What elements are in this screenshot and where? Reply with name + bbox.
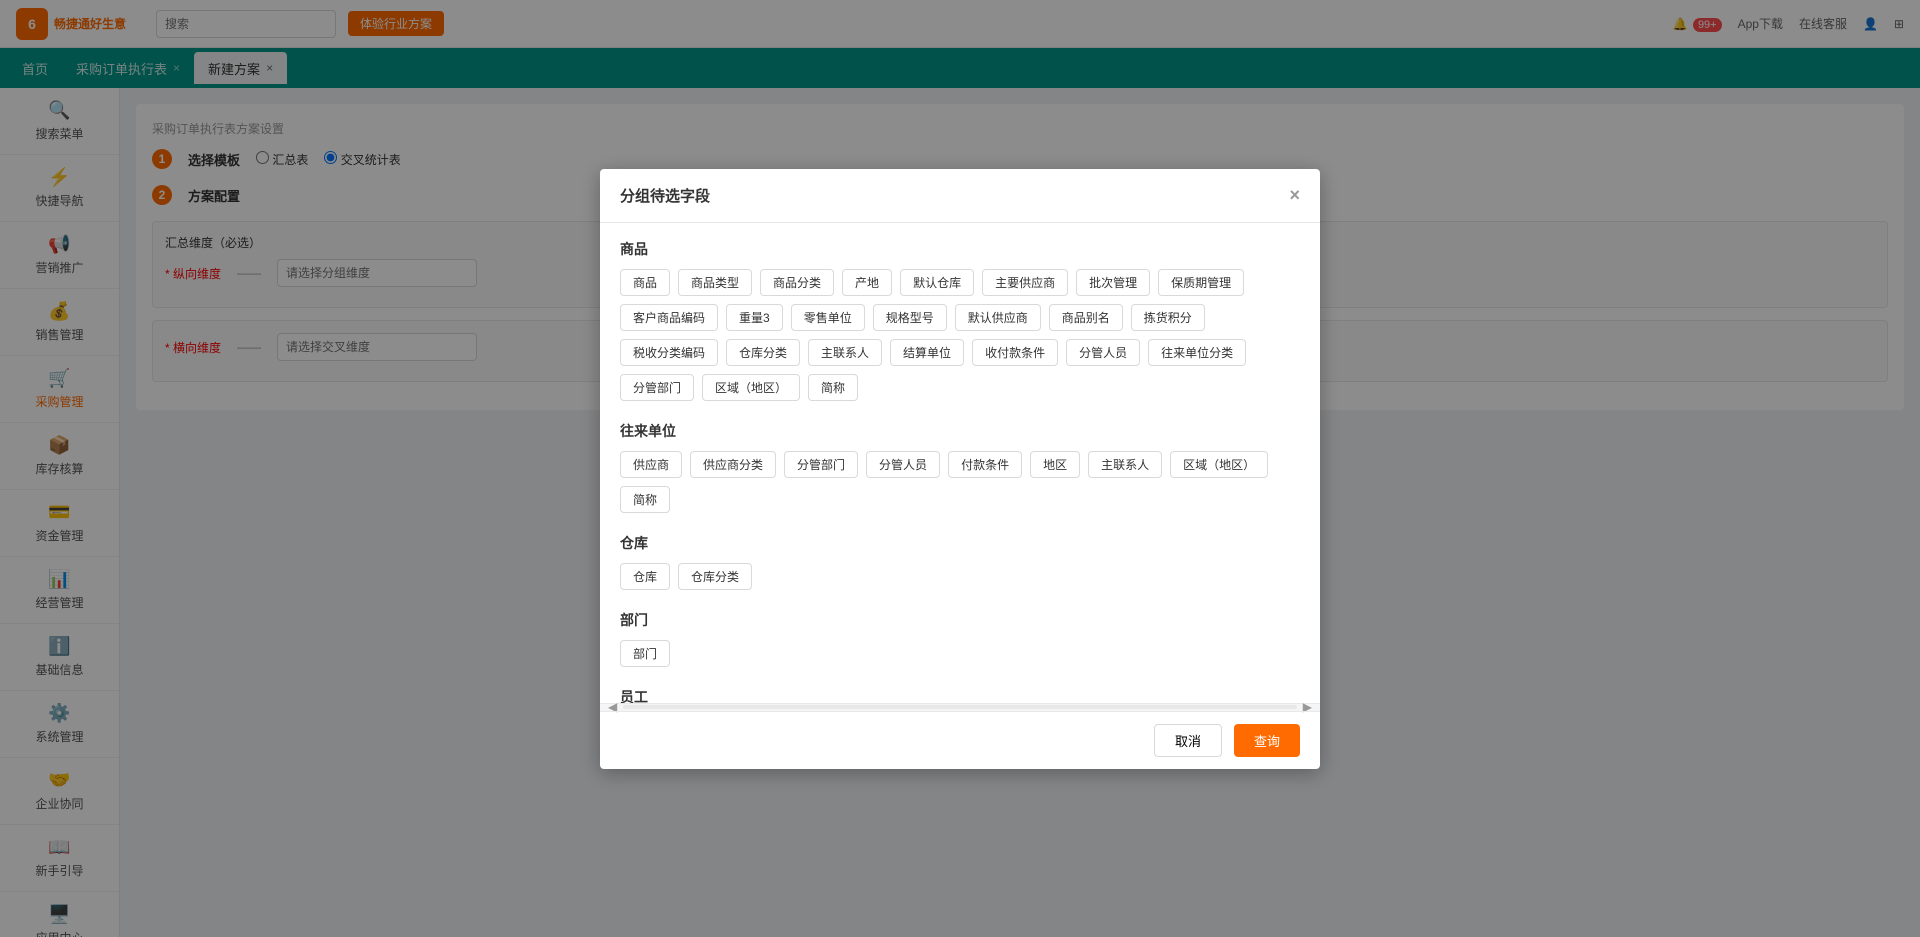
group-counterparty-tags: 供应商 供应商分类 分管部门 分管人员 付款条件 地区 主联系人 区域（地区） … (620, 451, 1300, 513)
group-dept-tags: 部门 (620, 640, 1300, 667)
group-staff-title: 员工 (620, 687, 1300, 703)
field-tag[interactable]: 默认供应商 (955, 304, 1041, 331)
field-tag[interactable]: 部门 (620, 640, 670, 667)
group-dept-title: 部门 (620, 610, 1300, 630)
field-group-goods: 商品 商品 商品类型 商品分类 产地 默认仓库 主要供应商 批次管理 保质期管理… (620, 239, 1300, 401)
modal-footer: 取消 查询 (600, 711, 1320, 769)
field-tag[interactable]: 分管部门 (784, 451, 858, 478)
field-tag[interactable]: 分管人员 (866, 451, 940, 478)
field-tag[interactable]: 重量3 (726, 304, 783, 331)
field-group-warehouse: 仓库 仓库 仓库分类 (620, 533, 1300, 590)
field-tag[interactable]: 保质期管理 (1158, 269, 1244, 296)
modal-title: 分组待选字段 (620, 185, 710, 206)
field-tag[interactable]: 分管人员 (1066, 339, 1140, 366)
field-tag[interactable]: 供应商 (620, 451, 682, 478)
group-goods-title: 商品 (620, 239, 1300, 259)
field-tag[interactable]: 税收分类编码 (620, 339, 718, 366)
field-tag[interactable]: 仓库 (620, 563, 670, 590)
field-tag[interactable]: 区域（地区） (1170, 451, 1268, 478)
field-tag[interactable]: 产地 (842, 269, 892, 296)
group-goods-tags: 商品 商品类型 商品分类 产地 默认仓库 主要供应商 批次管理 保质期管理 客户… (620, 269, 1300, 401)
group-warehouse-title: 仓库 (620, 533, 1300, 553)
field-tag[interactable]: 商品分类 (760, 269, 834, 296)
field-tag[interactable]: 往来单位分类 (1148, 339, 1246, 366)
group-warehouse-tags: 仓库 仓库分类 (620, 563, 1300, 590)
field-tag[interactable]: 规格型号 (873, 304, 947, 331)
field-tag[interactable]: 拣货积分 (1131, 304, 1205, 331)
field-tag[interactable]: 简称 (808, 374, 858, 401)
field-tag[interactable]: 结算单位 (890, 339, 964, 366)
field-tag[interactable]: 主要供应商 (982, 269, 1068, 296)
field-tag[interactable]: 区域（地区） (702, 374, 800, 401)
field-tag[interactable]: 批次管理 (1076, 269, 1150, 296)
field-tag[interactable]: 商品 (620, 269, 670, 296)
field-group-counterparty: 往来单位 供应商 供应商分类 分管部门 分管人员 付款条件 地区 主联系人 区域… (620, 421, 1300, 513)
modal-overlay: 分组待选字段 × 商品 商品 商品类型 商品分类 产地 默认仓库 主要供应商 批… (0, 0, 1920, 937)
field-tag[interactable]: 供应商分类 (690, 451, 776, 478)
field-select-modal: 分组待选字段 × 商品 商品 商品类型 商品分类 产地 默认仓库 主要供应商 批… (600, 169, 1320, 769)
field-tag[interactable]: 仓库分类 (678, 563, 752, 590)
scrollbar-track (623, 705, 1297, 709)
field-tag[interactable]: 零售单位 (791, 304, 865, 331)
field-group-staff: 员工 业务员 (620, 687, 1300, 703)
field-tag[interactable]: 付款条件 (948, 451, 1022, 478)
field-tag[interactable]: 简称 (620, 486, 670, 513)
field-group-dept: 部门 部门 (620, 610, 1300, 667)
modal-header: 分组待选字段 × (600, 169, 1320, 223)
field-tag[interactable]: 默认仓库 (900, 269, 974, 296)
field-tag[interactable]: 主联系人 (1088, 451, 1162, 478)
field-tag[interactable]: 收付款条件 (972, 339, 1058, 366)
field-tag[interactable]: 主联系人 (808, 339, 882, 366)
cancel-button[interactable]: 取消 (1154, 724, 1222, 757)
field-tag[interactable]: 分管部门 (620, 374, 694, 401)
confirm-button[interactable]: 查询 (1234, 724, 1300, 757)
field-tag[interactable]: 商品类型 (678, 269, 752, 296)
field-tag[interactable]: 商品别名 (1049, 304, 1123, 331)
group-counterparty-title: 往来单位 (620, 421, 1300, 441)
modal-body: 商品 商品 商品类型 商品分类 产地 默认仓库 主要供应商 批次管理 保质期管理… (600, 223, 1320, 703)
modal-scrollbar[interactable]: ◀ ▶ (600, 703, 1320, 711)
modal-close-button[interactable]: × (1289, 185, 1300, 206)
field-tag[interactable]: 地区 (1030, 451, 1080, 478)
field-tag[interactable]: 客户商品编码 (620, 304, 718, 331)
field-tag[interactable]: 仓库分类 (726, 339, 800, 366)
